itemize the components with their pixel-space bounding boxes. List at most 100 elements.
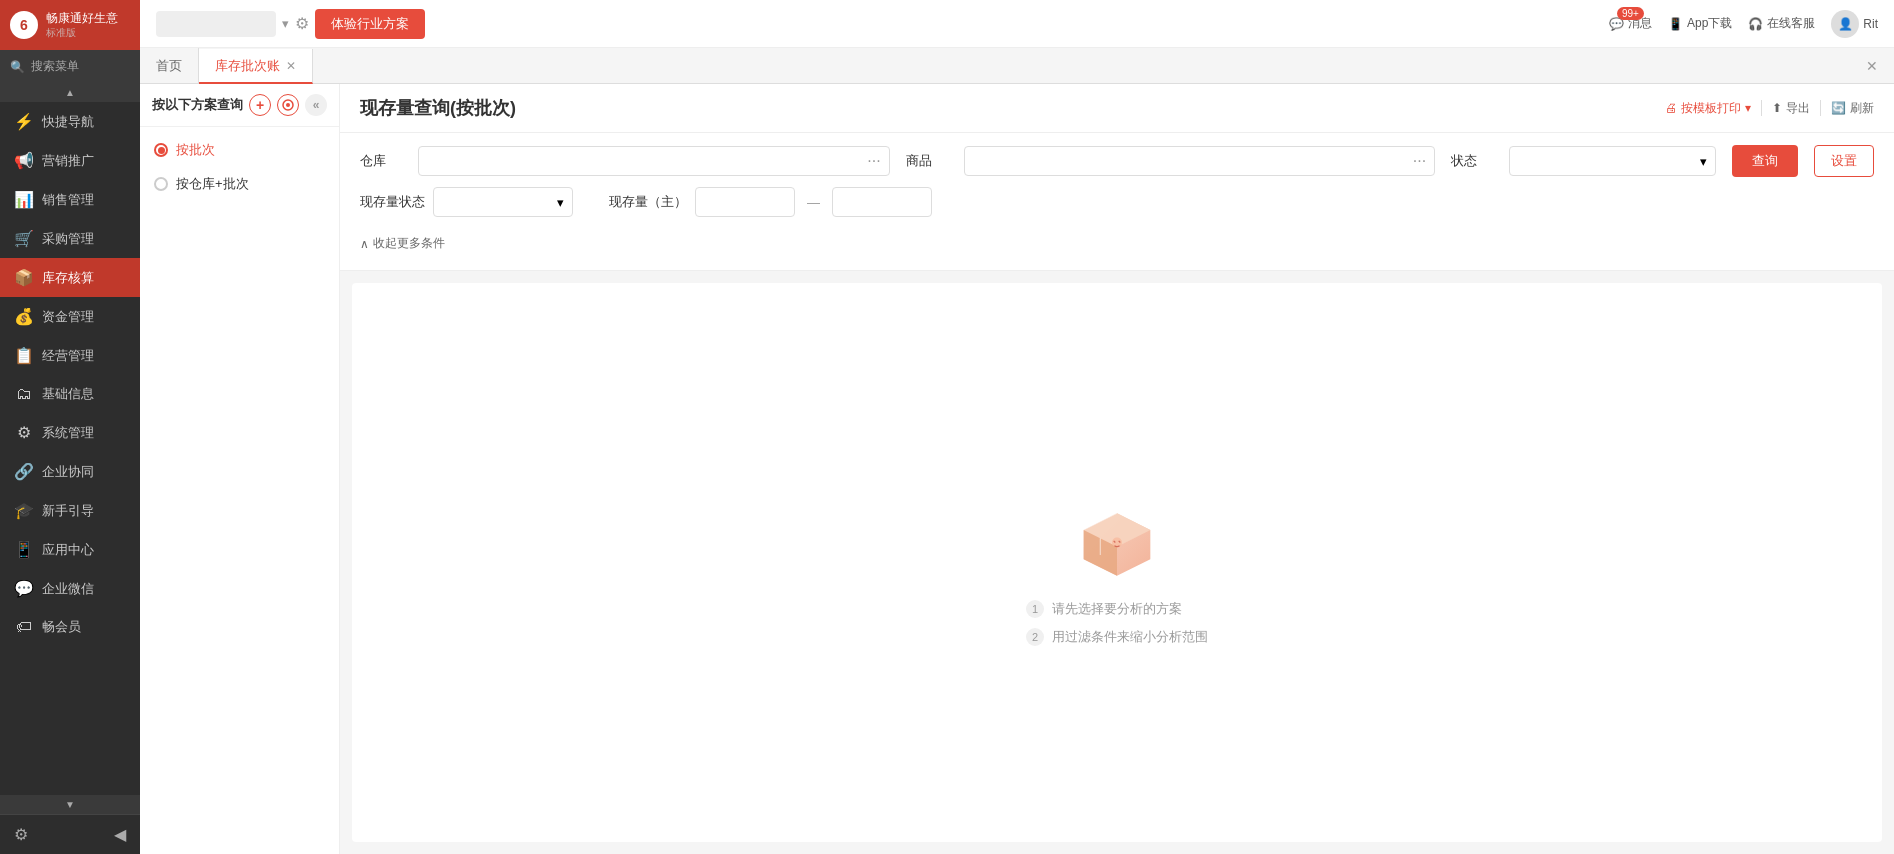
scheme-item-by-batch[interactable]: 按批次 bbox=[140, 133, 339, 167]
scheme-settings-btn[interactable] bbox=[277, 94, 299, 116]
content-area: 按以下方案查询 + « 按批次 bbox=[140, 84, 1894, 854]
sidebar-collapse-icon[interactable]: ◀ bbox=[114, 825, 126, 844]
sidebar-item-quick-nav[interactable]: ⚡ 快捷导航 bbox=[0, 102, 140, 141]
refresh-btn[interactable]: 🔄 刷新 bbox=[1831, 100, 1874, 117]
filter-field-stock-qty: 现存量（主） — bbox=[609, 187, 932, 217]
sales-icon: 📊 bbox=[14, 190, 34, 209]
filter-field-warehouse: 仓库 ··· bbox=[360, 146, 890, 176]
print-chevron-down-icon[interactable]: ▾ bbox=[1745, 101, 1751, 115]
page-title: 现存量查询(按批次) bbox=[360, 96, 516, 120]
avatar-initial: 👤 bbox=[1838, 17, 1853, 31]
export-btn[interactable]: ⬆ 导出 bbox=[1772, 100, 1810, 117]
tab-close-icon[interactable]: ✕ bbox=[286, 59, 296, 73]
tab-inventory-batch-label: 库存批次账 bbox=[215, 57, 280, 75]
page-header: 现存量查询(按批次) 🖨 按模板打印 ▾ ⬆ 导出 🔄 bbox=[340, 84, 1894, 133]
online-service-btn[interactable]: 🎧 在线客服 bbox=[1748, 15, 1815, 32]
app-download-btn[interactable]: 📱 App下载 bbox=[1668, 15, 1732, 32]
query-btn[interactable]: 查询 bbox=[1732, 145, 1798, 177]
sidebar-item-enterprise[interactable]: 🔗 企业协同 bbox=[0, 452, 140, 491]
sidebar-title-area: 畅康通好生意 标准版 bbox=[46, 10, 118, 41]
product-dots-icon[interactable]: ··· bbox=[1413, 152, 1426, 170]
radio-by-warehouse-batch bbox=[154, 177, 168, 191]
vip-icon: 🏷 bbox=[14, 618, 34, 636]
sidebar-item-finance[interactable]: 💰 资金管理 bbox=[0, 297, 140, 336]
stock-status-select[interactable]: ▾ bbox=[433, 187, 573, 217]
filter-field-product: 商品 ··· bbox=[906, 146, 1436, 176]
sidebar-label-marketing: 营销推广 bbox=[42, 152, 94, 170]
product-input[interactable]: ··· bbox=[964, 146, 1436, 176]
sidebar-item-vip[interactable]: 🏷 畅会员 bbox=[0, 608, 140, 646]
stock-status-chevron-icon: ▾ bbox=[557, 195, 564, 210]
warehouse-input[interactable]: ··· bbox=[418, 146, 890, 176]
warehouse-label: 仓库 bbox=[360, 152, 410, 170]
filter-row-2: 现存量状态 ▾ 现存量（主） — bbox=[360, 187, 1874, 217]
tip-num-1: 1 bbox=[1026, 600, 1044, 618]
svg-point-7 bbox=[1112, 537, 1122, 547]
chevron-down-icon[interactable]: ▾ bbox=[282, 16, 289, 31]
sidebar-search[interactable]: 🔍 搜索菜单 bbox=[0, 50, 140, 83]
warehouse-dots-icon[interactable]: ··· bbox=[867, 152, 880, 170]
sidebar-label-sales: 销售管理 bbox=[42, 191, 94, 209]
main-area: ▾ ⚙ 体验行业方案 💬 消息 99+ 📱 App下载 🎧 在线客服 👤 bbox=[140, 0, 1894, 854]
sidebar-item-inventory[interactable]: 📦 库存核算 bbox=[0, 258, 140, 297]
purchase-icon: 🛒 bbox=[14, 229, 34, 248]
stock-qty-label: 现存量（主） bbox=[609, 193, 687, 211]
sidebar-item-marketing[interactable]: 📢 营销推广 bbox=[0, 141, 140, 180]
sidebar-item-sales[interactable]: 📊 销售管理 bbox=[0, 180, 140, 219]
operations-icon: 📋 bbox=[14, 346, 34, 365]
tab-home[interactable]: 首页 bbox=[140, 48, 199, 83]
enterprise-icon: 🔗 bbox=[14, 462, 34, 481]
stock-qty-max-input[interactable] bbox=[832, 187, 932, 217]
tip-num-2: 2 bbox=[1026, 628, 1044, 646]
messages-badge: 99+ bbox=[1617, 7, 1644, 20]
tabbar: 首页 库存批次账 ✕ ✕ bbox=[140, 48, 1894, 84]
sidebar-label-system: 系统管理 bbox=[42, 424, 94, 442]
radio-by-batch bbox=[154, 143, 168, 157]
left-panel: 按以下方案查询 + « 按批次 bbox=[140, 84, 340, 854]
sidebar-item-purchase[interactable]: 🛒 采购管理 bbox=[0, 219, 140, 258]
empty-tips: 1 请先选择要分析的方案 2 用过滤条件来缩小分析范围 bbox=[1026, 600, 1208, 646]
sidebar-item-basics[interactable]: 🗂 基础信息 bbox=[0, 375, 140, 413]
breadcrumb-input[interactable] bbox=[156, 11, 276, 37]
sidebar-settings-icon[interactable]: ⚙ bbox=[14, 825, 28, 844]
sidebar-label-vip: 畅会员 bbox=[42, 618, 81, 636]
sidebar-item-wechat[interactable]: 💬 企业微信 bbox=[0, 569, 140, 608]
target-icon bbox=[281, 98, 295, 112]
user-avatar-area[interactable]: 👤 Rit bbox=[1831, 10, 1878, 38]
app-title: 畅康通好生意 bbox=[46, 10, 118, 27]
tab-inventory-batch[interactable]: 库存批次账 ✕ bbox=[199, 49, 313, 84]
panel-collapse-btn[interactable]: « bbox=[305, 94, 327, 116]
gear-icon[interactable]: ⚙ bbox=[295, 14, 309, 33]
sidebar-scroll-up[interactable]: ▲ bbox=[0, 83, 140, 102]
template-print-btn[interactable]: 🖨 按模板打印 ▾ bbox=[1665, 100, 1751, 117]
sidebar-header: 6 畅康通好生意 标准版 bbox=[0, 0, 140, 50]
sidebar-scroll-down[interactable]: ▼ bbox=[0, 795, 140, 814]
status-label: 状态 bbox=[1451, 152, 1501, 170]
collapse-filter-btn[interactable]: ∧ 收起更多条件 bbox=[360, 229, 1874, 258]
print-label: 按模板打印 bbox=[1681, 100, 1741, 117]
user-name: Rit bbox=[1863, 17, 1878, 31]
scheme-item-by-warehouse-batch[interactable]: 按仓库+批次 bbox=[140, 167, 339, 201]
filter-field-stock-status: 现存量状态 ▾ bbox=[360, 187, 573, 217]
stock-qty-min-input[interactable] bbox=[695, 187, 795, 217]
apps-icon: 📱 bbox=[14, 540, 34, 559]
avatar: 👤 bbox=[1831, 10, 1859, 38]
sidebar-item-newbie[interactable]: 🎓 新手引导 bbox=[0, 491, 140, 530]
configure-btn[interactable]: 设置 bbox=[1814, 145, 1874, 177]
export-label: 导出 bbox=[1786, 100, 1810, 117]
sidebar-label-purchase: 采购管理 bbox=[42, 230, 94, 248]
sidebar-item-apps[interactable]: 📱 应用中心 bbox=[0, 530, 140, 569]
messages-btn[interactable]: 💬 消息 99+ bbox=[1609, 15, 1652, 32]
left-panel-actions: + « bbox=[249, 94, 327, 116]
tab-panel-close-btn[interactable]: ✕ bbox=[1858, 58, 1886, 74]
tabbar-right: ✕ bbox=[1858, 58, 1894, 74]
divider-2 bbox=[1820, 100, 1821, 116]
add-scheme-btn[interactable]: + bbox=[249, 94, 271, 116]
sidebar-label-apps: 应用中心 bbox=[42, 541, 94, 559]
industry-btn[interactable]: 体验行业方案 bbox=[315, 9, 425, 39]
sidebar-item-operations[interactable]: 📋 经营管理 bbox=[0, 336, 140, 375]
divider-1 bbox=[1761, 100, 1762, 116]
sidebar-item-system[interactable]: ⚙ 系统管理 bbox=[0, 413, 140, 452]
tab-home-label: 首页 bbox=[156, 57, 182, 75]
status-select[interactable]: ▾ bbox=[1509, 146, 1716, 176]
